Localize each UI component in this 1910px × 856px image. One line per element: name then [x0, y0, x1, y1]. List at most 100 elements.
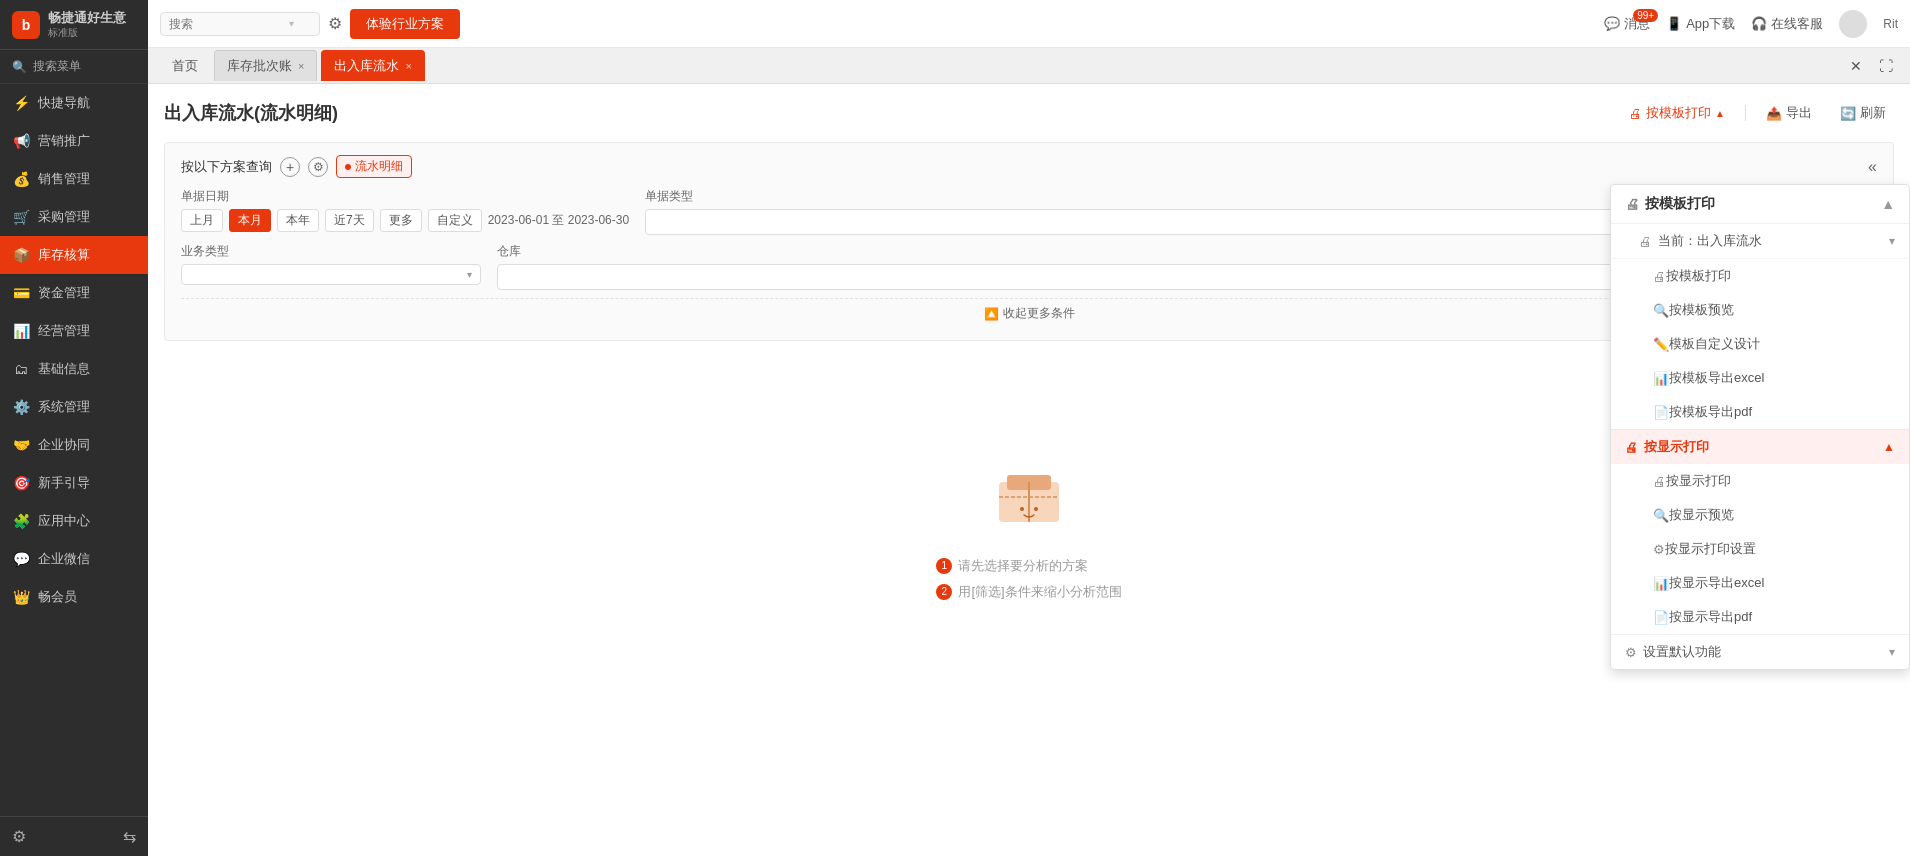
dropdown-template-customize[interactable]: ✏️ 模板自定义设计 [1611, 327, 1909, 361]
date-btn-last-month[interactable]: 上月 [181, 209, 223, 232]
sidebar-item-marketing[interactable]: 📢 营销推广 [0, 122, 148, 160]
dropdown-template-preview[interactable]: 🔍 按模板预览 [1611, 293, 1909, 327]
topbar-gear-icon[interactable]: ⚙ [328, 14, 342, 33]
sidebar-item-system[interactable]: ⚙️ 系统管理 [0, 388, 148, 426]
sidebar-item-member[interactable]: 👑 畅会员 [0, 578, 148, 616]
date-btn-custom[interactable]: 自定义 [428, 209, 482, 232]
dropdown-display-export-excel[interactable]: 📊 按显示导出excel [1611, 566, 1909, 600]
divider1 [1745, 105, 1746, 121]
sidebar-item-label: 库存核算 [38, 246, 90, 264]
purchase-icon: 🛒 [12, 209, 30, 225]
empty-step-1: 1 请先选择要分析的方案 [936, 553, 1121, 579]
sidebar-search-item[interactable]: 🔍 搜索菜单 [0, 50, 148, 84]
dropdown-footer[interactable]: ⚙ 设置默认功能 ▾ [1611, 634, 1909, 669]
trial-btn[interactable]: 体验行业方案 [350, 9, 460, 39]
topbar-search-box[interactable]: ▾ [160, 12, 320, 36]
online-service-item[interactable]: 🎧 在线客服 [1751, 15, 1823, 33]
sidebar-item-enterprise-wechat[interactable]: 💬 企业微信 [0, 540, 148, 578]
window-controls: ✕ ⛶ [1844, 54, 1898, 78]
display-print-label: 按显示打印 [1666, 472, 1731, 490]
sidebar-item-label: 营销推广 [38, 132, 90, 150]
search-icon: 🔍 [12, 60, 27, 74]
dropdown-display-preview[interactable]: 🔍 按显示预览 [1611, 498, 1909, 532]
dropdown-template-export-pdf[interactable]: 📄 按模板导出pdf [1611, 395, 1909, 429]
dropdown-title: 按模板打印 [1645, 195, 1715, 213]
sidebar-item-label: 企业微信 [38, 550, 90, 568]
template-preview-label: 按模板预览 [1669, 301, 1734, 319]
filter-header: 按以下方案查询 + ⚙ 流水明细 « [181, 155, 1877, 178]
app-download-item[interactable]: 📱 App下载 [1666, 15, 1735, 33]
filter-item-biz-type: 业务类型 ▾ [181, 243, 481, 285]
export-btn[interactable]: 📤 导出 [1758, 100, 1820, 126]
basic-icon: 🗂 [12, 361, 30, 377]
svg-point-5 [1034, 507, 1038, 511]
date-btn-more[interactable]: 更多 [380, 209, 422, 232]
tab-inventory-batch[interactable]: 库存批次账 × [214, 50, 317, 81]
sidebar-item-basic[interactable]: 🗂 基础信息 [0, 350, 148, 388]
dropdown-current-template[interactable]: 🖨 当前：出入库流水 ▾ [1611, 224, 1909, 259]
sidebar-item-label: 应用中心 [38, 512, 90, 530]
print-btn-label: 按模板打印 [1646, 104, 1711, 122]
tab-inventory-flow[interactable]: 出入库流水 × [321, 50, 424, 81]
sidebar-item-purchase[interactable]: 🛒 采购管理 [0, 198, 148, 236]
refresh-btn-label: 刷新 [1860, 104, 1886, 122]
sidebar-item-enterprise-collab[interactable]: 🤝 企业协同 [0, 426, 148, 464]
topbar-search-input[interactable] [169, 17, 289, 31]
dropdown-collapse-icon[interactable]: ▲ [1881, 196, 1895, 212]
print-dropdown-panel: 🖨 按模板打印 ▲ 🖨 当前：出入库流水 ▾ 🖨 按模板打印 🔍 [1610, 184, 1910, 670]
filter-add-btn[interactable]: + [280, 157, 300, 177]
export-btn-label: 导出 [1786, 104, 1812, 122]
sidebar-settings-icon[interactable]: ⚙ [12, 827, 26, 846]
sidebar-item-app-center[interactable]: 🧩 应用中心 [0, 502, 148, 540]
dropdown-display-section[interactable]: 🖨 按显示打印 ▲ [1611, 429, 1909, 464]
tab-inventory-flow-close[interactable]: × [405, 60, 411, 72]
app-download-label: App下载 [1686, 15, 1735, 33]
refresh-btn[interactable]: 🔄 刷新 [1832, 100, 1894, 126]
username-label: Rit [1883, 17, 1898, 31]
refresh-icon: 🔄 [1840, 106, 1856, 121]
sidebar-item-inventory[interactable]: 📦 库存核算 [0, 236, 148, 274]
tab-home[interactable]: 首页 [160, 51, 210, 81]
date-btn-this-month[interactable]: 本月 [229, 209, 271, 232]
display-export-excel-label: 按显示导出excel [1669, 574, 1764, 592]
sidebar-search-label: 搜索菜单 [33, 58, 81, 75]
operations-icon: 📊 [12, 323, 30, 339]
print-btn[interactable]: 🖨 按模板打印 ▲ [1621, 100, 1733, 126]
dropdown-template-export-excel[interactable]: 📊 按模板导出excel [1611, 361, 1909, 395]
sidebar-item-sales[interactable]: 💰 销售管理 [0, 160, 148, 198]
user-avatar[interactable] [1839, 10, 1867, 38]
print-chevron-up-icon: ▲ [1715, 108, 1725, 119]
sidebar-item-label: 基础信息 [38, 360, 90, 378]
sidebar-item-operations[interactable]: 📊 经营管理 [0, 312, 148, 350]
online-service-label: 在线客服 [1771, 15, 1823, 33]
dropdown-display-print[interactable]: 🖨 按显示打印 [1611, 464, 1909, 498]
sidebar-item-finance[interactable]: 💳 资金管理 [0, 274, 148, 312]
filter-gear-icon: ⚙ [313, 160, 324, 174]
close-icon[interactable]: ✕ [1844, 54, 1868, 78]
display-preview-icon: 🔍 [1653, 508, 1669, 523]
export-icon: 📤 [1766, 106, 1782, 121]
dropdown-display-export-pdf[interactable]: 📄 按显示导出pdf [1611, 600, 1909, 634]
date-label: 单据日期 [181, 188, 629, 205]
expand-icon[interactable]: ⛶ [1874, 54, 1898, 78]
dropdown-display-print-settings[interactable]: ⚙ 按显示打印设置 [1611, 532, 1909, 566]
sidebar-toggle-icon[interactable]: ⇆ [123, 827, 136, 846]
dropdown-template-print[interactable]: 🖨 按模板打印 [1611, 259, 1909, 293]
date-btn-7days[interactable]: 近7天 [325, 209, 374, 232]
sidebar-item-guide[interactable]: 🎯 新手引导 [0, 464, 148, 502]
biz-type-label: 业务类型 [181, 243, 481, 260]
edition-label: 标准版 [48, 26, 126, 39]
filter-gear-btn[interactable]: ⚙ [308, 157, 328, 177]
biz-type-select[interactable]: ▾ [181, 264, 481, 285]
collab-icon: 🤝 [12, 437, 30, 453]
message-badge-item[interactable]: 💬 消息 99+ [1604, 15, 1650, 33]
sales-icon: 💰 [12, 171, 30, 187]
watermark-tag[interactable]: 流水明细 [336, 155, 412, 178]
tab-inventory-batch-close[interactable]: × [298, 60, 304, 72]
filter-collapse-btn[interactable]: « [1868, 158, 1877, 176]
sidebar-item-label: 经营管理 [38, 322, 90, 340]
date-btn-this-year[interactable]: 本年 [277, 209, 319, 232]
sidebar-item-quick-nav[interactable]: ⚡ 快捷导航 [0, 84, 148, 122]
headset-icon: 🎧 [1751, 16, 1767, 31]
app-logo-icon: b [12, 11, 40, 39]
